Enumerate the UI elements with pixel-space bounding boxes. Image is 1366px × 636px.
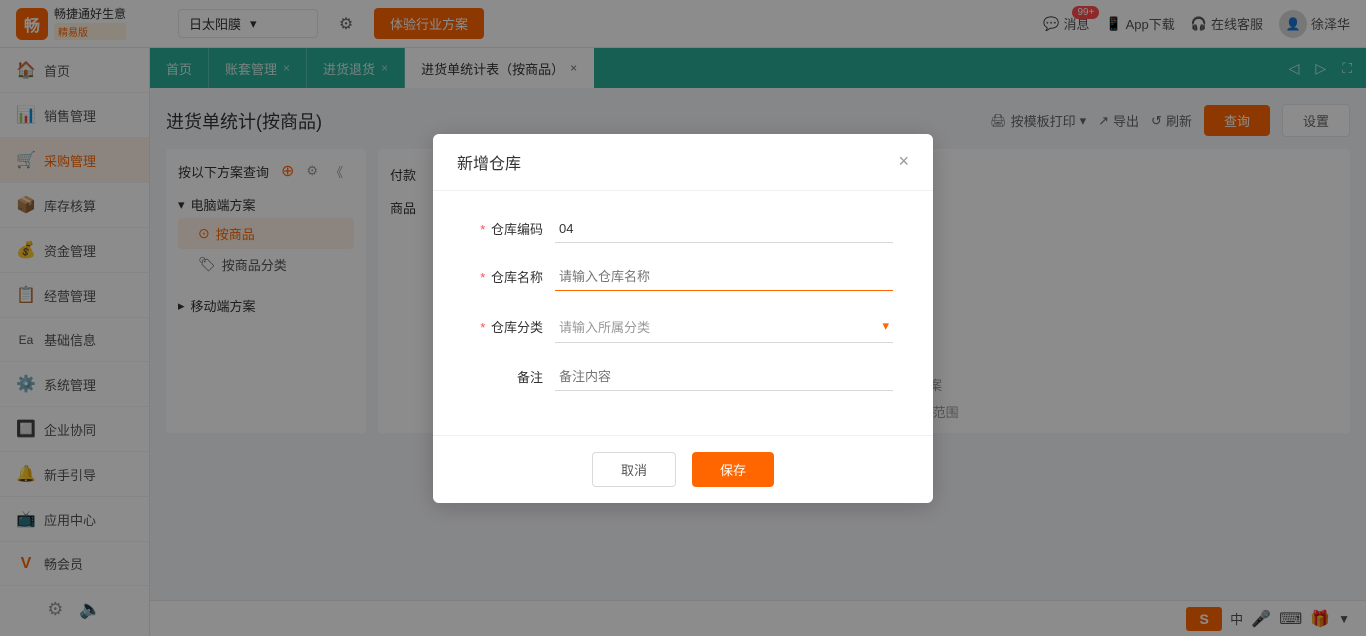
form-row-category: * 仓库分类 请输入所属分类 ▾	[473, 311, 893, 343]
code-input[interactable]	[555, 215, 893, 243]
dialog-title: 新增仓库	[457, 150, 521, 174]
category-select[interactable]: 请输入所属分类 ▾	[555, 311, 893, 343]
dialog-body: * 仓库编码 * 仓库名称 * 仓库分类 请输入所属	[433, 191, 933, 435]
form-row-code: * 仓库编码	[473, 215, 893, 243]
note-label: 备注	[473, 367, 543, 386]
dialog-header: 新增仓库 ×	[433, 134, 933, 191]
name-label: * 仓库名称	[473, 267, 543, 286]
dialog-close-button[interactable]: ×	[898, 151, 909, 172]
form-row-note: 备注	[473, 363, 893, 391]
category-placeholder: 请输入所属分类	[559, 317, 650, 336]
name-input[interactable]	[555, 263, 893, 291]
note-input[interactable]	[555, 363, 893, 391]
dialog-footer: 取消 保存	[433, 435, 933, 503]
category-chevron-icon: ▾	[882, 318, 889, 334]
save-button[interactable]: 保存	[692, 452, 774, 487]
cancel-button[interactable]: 取消	[592, 452, 676, 487]
category-label: * 仓库分类	[473, 317, 543, 336]
code-label: * 仓库编码	[473, 219, 543, 238]
modal-overlay[interactable]: 新增仓库 × * 仓库编码 * 仓库名称	[0, 0, 1366, 636]
new-warehouse-dialog: 新增仓库 × * 仓库编码 * 仓库名称	[433, 134, 933, 503]
form-row-name: * 仓库名称	[473, 263, 893, 291]
